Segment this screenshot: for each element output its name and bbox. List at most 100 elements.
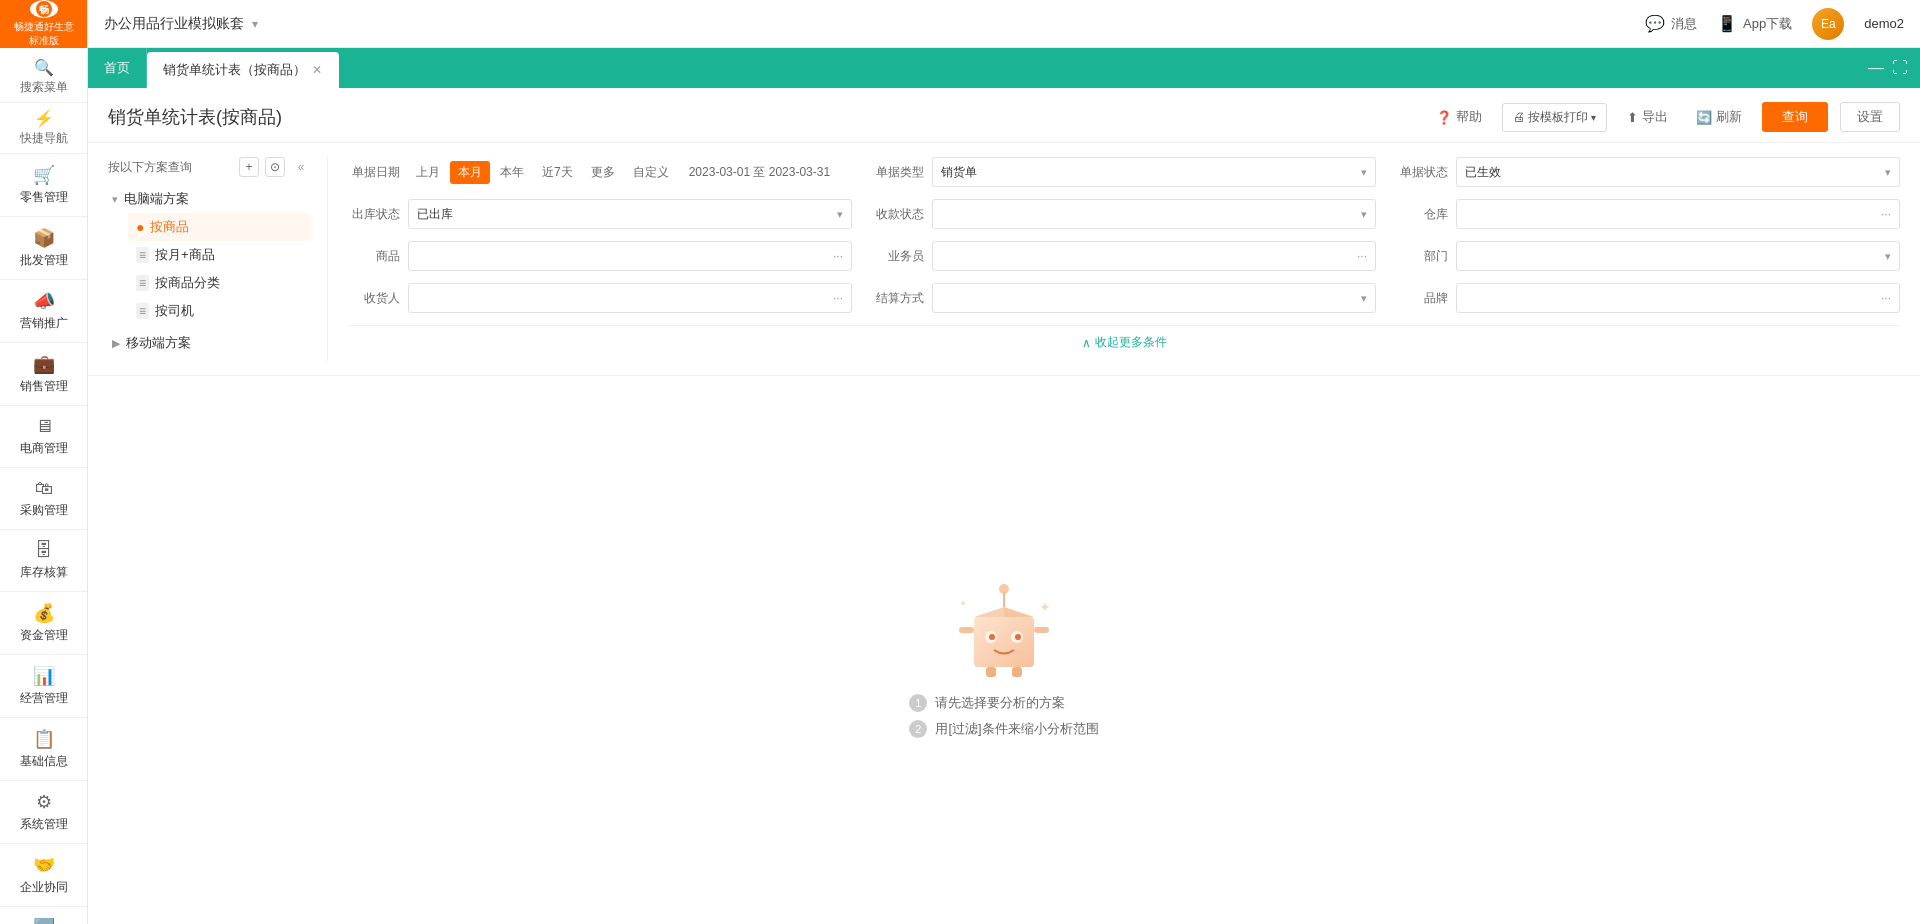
sidebar: 畅 畅捷通好生意 标准版 🔍 搜索菜单 ⚡ 快捷导航 🛒 零售管理 📦 批发管理… [0, 0, 88, 924]
sidebar-item-purchase[interactable]: 🛍 采购管理 [0, 468, 87, 530]
svg-text:✦: ✦ [1039, 599, 1051, 615]
warehouse-input-field[interactable] [1465, 207, 1877, 221]
doc-type-select[interactable]: 销货单 ▾ [932, 157, 1376, 187]
product-label: 商品 [348, 248, 408, 265]
sidebar-item-ecommerce[interactable]: 🖥 电商管理 [0, 406, 87, 468]
tab-close-icon[interactable]: ✕ [312, 63, 322, 77]
scheme-item-by-month-product-label: 按月+商品 [155, 246, 215, 264]
filter-section: 按以下方案查询 + ⊙ « ▾ 电脑端方案 [88, 143, 1920, 376]
query-button[interactable]: 查询 [1762, 102, 1828, 132]
scheme-item-by-product[interactable]: ● 按商品 [128, 213, 311, 241]
salesperson-input-field[interactable] [941, 249, 1353, 263]
payment-select[interactable]: ▾ [932, 199, 1376, 229]
date-tab-this-month[interactable]: 本月 [450, 161, 490, 184]
empty-tip-1: 1 请先选择要分析的方案 [909, 694, 1098, 712]
scheme-edit-button[interactable]: ⊙ [265, 157, 285, 177]
sidebar-item-sales[interactable]: 💼 销售管理 [0, 343, 87, 406]
tab-home[interactable]: 首页 [88, 48, 147, 88]
scheme-item-by-cashier[interactable]: ≡ 按司机 [128, 297, 311, 325]
department-select[interactable]: ▾ [1456, 241, 1900, 271]
sidebar-item-corp[interactable]: 🤝 企业协同 [0, 844, 87, 907]
print-icon: 🖨 [1513, 110, 1525, 124]
date-tab-7days[interactable]: 近7天 [534, 161, 581, 184]
purchase-icon: 🛍 [35, 478, 53, 499]
industry-dropdown[interactable]: ▾ [252, 17, 258, 31]
filter-row-4: 收货人 ··· 结算方式 ▾ [348, 283, 1900, 313]
svg-rect-2 [974, 617, 1034, 667]
sidebar-item-guide[interactable]: 🆕 新手引导 [0, 907, 87, 924]
tab-report[interactable]: 销货单统计表（按商品） ✕ [147, 52, 339, 88]
scheme-add-button[interactable]: + [239, 157, 259, 177]
collapse-conditions-button[interactable]: ∧ 收起更多条件 [348, 325, 1900, 359]
print-button[interactable]: 🖨 按模板打印 ▾ [1502, 103, 1607, 132]
payment-field: 收款状态 ▾ [872, 199, 1376, 229]
brand-input-field[interactable] [1465, 291, 1877, 305]
refresh-button[interactable]: 🔄 刷新 [1688, 104, 1750, 130]
doc-type-field: 单据类型 销货单 ▾ [872, 157, 1376, 187]
date-range-display: 2023-03-01 至 2023-03-31 [689, 164, 830, 181]
scheme-icon-group: + ⊙ « [239, 157, 311, 177]
product-input-field[interactable] [417, 249, 829, 263]
quick-nav-item[interactable]: ⚡ 快捷导航 [0, 103, 87, 154]
page-actions: ❓ 帮助 🖨 按模板打印 ▾ ⬆ 导出 🔄 刷新 [1428, 102, 1900, 132]
scheme-item-by-product-label: 按商品 [150, 218, 189, 236]
settlement-select[interactable]: ▾ [932, 283, 1376, 313]
ecommerce-icon: 🖥 [35, 416, 53, 437]
app-download-action[interactable]: 📱 App下载 [1717, 14, 1792, 33]
sidebar-item-finance[interactable]: 💰 资金管理 [0, 592, 87, 655]
sidebar-item-ops[interactable]: 📊 经营管理 [0, 655, 87, 718]
warehouse-input[interactable]: ··· [1456, 199, 1900, 229]
sidebar-item-wholesale[interactable]: 📦 批发管理 [0, 217, 87, 280]
salesperson-field: 业务员 ··· [872, 241, 1376, 271]
date-tab-custom[interactable]: 自定义 [625, 161, 677, 184]
brand-input[interactable]: ··· [1456, 283, 1900, 313]
svg-rect-7 [959, 627, 974, 633]
scheme-item-by-category[interactable]: ≡ 按商品分类 [128, 269, 311, 297]
scheme-group-desktop: ▾ 电脑端方案 ● 按商品 ≡ 按月+商品 [108, 185, 311, 325]
brand-dots-icon[interactable]: ··· [1881, 291, 1891, 305]
corp-label: 企业协同 [20, 879, 68, 896]
warehouse-dots-icon[interactable]: ··· [1881, 207, 1891, 221]
receiver-input-field[interactable] [417, 291, 829, 305]
salesperson-input[interactable]: ··· [932, 241, 1376, 271]
receiver-dots-icon[interactable]: ··· [833, 291, 843, 305]
out-status-select[interactable]: 已出库 ▾ [408, 199, 852, 229]
help-button[interactable]: ❓ 帮助 [1428, 104, 1490, 130]
scheme-item-by-month-product[interactable]: ≡ 按月+商品 [128, 241, 311, 269]
sidebar-item-inventory[interactable]: 🗄 库存核算 [0, 530, 87, 592]
help-label: 帮助 [1456, 108, 1482, 126]
product-dots-icon[interactable]: ··· [833, 249, 843, 263]
export-icon: ⬆ [1627, 110, 1638, 125]
message-action[interactable]: 💬 消息 [1645, 14, 1697, 33]
ecommerce-label: 电商管理 [20, 440, 68, 457]
date-filter-field: 单据日期 上月 本月 本年 近7天 更多 自定义 [348, 161, 852, 184]
sidebar-item-marketing[interactable]: 📣 营销推广 [0, 280, 87, 343]
finance-label: 资金管理 [20, 627, 68, 644]
out-status-field: 出库状态 已出库 ▾ [348, 199, 852, 229]
settings-button[interactable]: 设置 [1840, 102, 1900, 132]
scheme-collapse-button[interactable]: « [291, 157, 311, 177]
tab-minimize-icon[interactable]: — [1868, 59, 1884, 77]
search-menu-item[interactable]: 🔍 搜索菜单 [0, 48, 87, 103]
product-input[interactable]: ··· [408, 241, 852, 271]
scheme-group-mobile-header[interactable]: ▶ 移动端方案 [108, 329, 311, 357]
phone-icon: 📱 [1717, 14, 1737, 33]
page-content: 销货单统计表(按商品) ❓ 帮助 🖨 按模板打印 ▾ ⬆ 导出 [88, 88, 1920, 924]
svg-text:畅: 畅 [39, 4, 49, 15]
tab-maximize-icon[interactable]: ⛶ [1892, 59, 1908, 77]
date-tab-last-month[interactable]: 上月 [408, 161, 448, 184]
doc-status-select[interactable]: 已生效 ▾ [1456, 157, 1900, 187]
refresh-icon: 🔄 [1696, 110, 1712, 125]
salesperson-dots-icon[interactable]: ··· [1357, 249, 1367, 263]
scheme-group-desktop-header[interactable]: ▾ 电脑端方案 [108, 185, 311, 213]
date-tab-this-year[interactable]: 本年 [492, 161, 532, 184]
sidebar-item-retail[interactable]: 🛒 零售管理 [0, 154, 87, 217]
department-field: 部门 ▾ [1396, 241, 1900, 271]
user-avatar[interactable]: Ea [1812, 8, 1844, 40]
sidebar-item-base[interactable]: 📋 基础信息 [0, 718, 87, 781]
date-tab-more[interactable]: 更多 [583, 161, 623, 184]
receiver-input[interactable]: ··· [408, 283, 852, 313]
mobile-group-arrow-icon: ▶ [112, 337, 120, 350]
export-button[interactable]: ⬆ 导出 [1619, 104, 1676, 130]
sidebar-item-system[interactable]: ⚙ 系统管理 [0, 781, 87, 844]
